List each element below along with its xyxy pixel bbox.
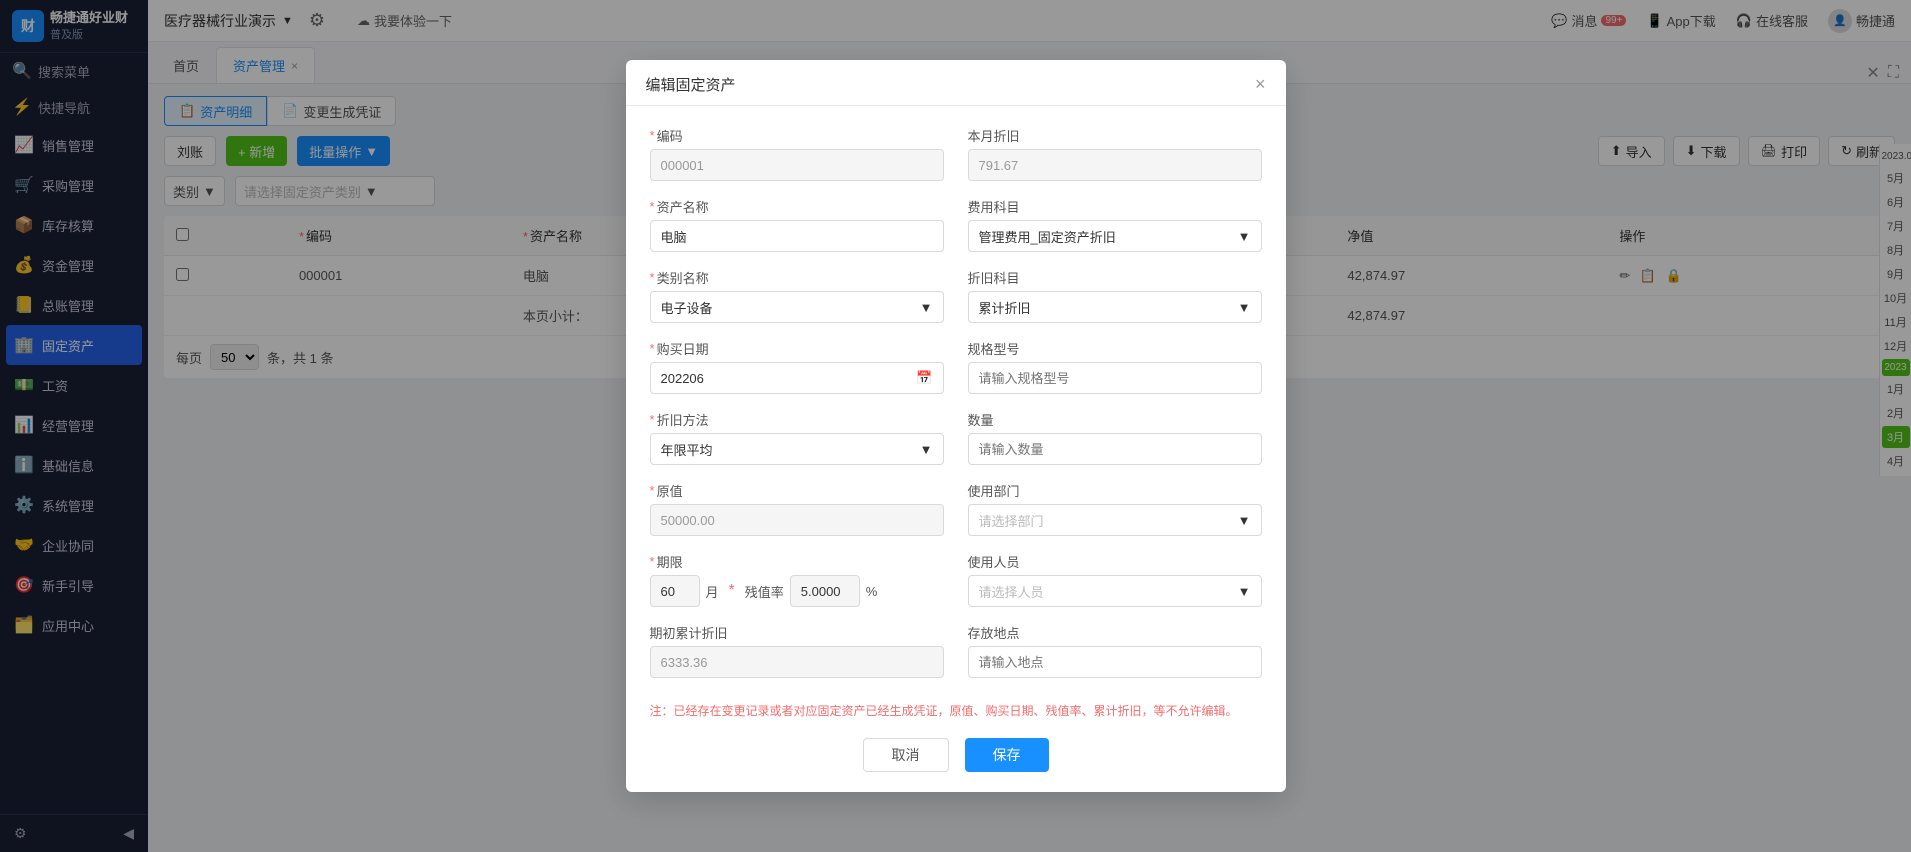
purchase-date-value: 202206 — [661, 371, 913, 386]
expense-account-label: 费用科目 — [968, 197, 1262, 216]
dialog-close-button[interactable]: × — [1255, 74, 1266, 95]
field-code: * 编码 — [650, 126, 944, 181]
residual-label: 残值率 — [745, 582, 784, 601]
dep-method-value: 年限平均 — [661, 440, 916, 459]
expense-account-chevron: ▼ — [1238, 229, 1251, 244]
expense-account-value: 管理费用_固定资产折旧 — [979, 227, 1234, 246]
location-input[interactable] — [968, 646, 1262, 678]
field-original-value: * 原值 — [650, 481, 944, 536]
edit-asset-dialog: 编辑固定资产 × * 编码 本月折旧 * 资产名称 — [626, 60, 1286, 791]
purchase-date-label: * 购买日期 — [650, 339, 944, 358]
code-label: * 编码 — [650, 126, 944, 145]
field-monthly-depreciation: 本月折旧 — [968, 126, 1262, 181]
field-name: * 资产名称 — [650, 197, 944, 252]
user-chevron: ▼ — [1238, 584, 1251, 599]
dialog-body: * 编码 本月折旧 * 资产名称 费用科目 管理费用_固定资产折旧 — [626, 106, 1286, 694]
expense-account-select[interactable]: 管理费用_固定资产折旧 ▼ — [968, 220, 1262, 252]
monthly-dep-label: 本月折旧 — [968, 126, 1262, 145]
field-quantity: 数量 — [968, 410, 1262, 465]
name-input[interactable] — [650, 220, 944, 252]
dialog-note: 注：已经存在变更记录或者对应固定资产已经生成凭证，原值、购买日期、残值率、累计折… — [626, 694, 1286, 721]
dep-account-label: 折旧科目 — [968, 268, 1262, 287]
name-label: * 资产名称 — [650, 197, 944, 216]
field-category: * 类别名称 电子设备 ▼ — [650, 268, 944, 323]
field-spec: 规格型号 — [968, 339, 1262, 394]
dep-method-chevron: ▼ — [920, 442, 933, 457]
period-input[interactable] — [650, 575, 700, 607]
calendar-icon: 📅 — [916, 370, 932, 386]
field-depreciation-account: 折旧科目 累计折旧 ▼ — [968, 268, 1262, 323]
department-select[interactable]: 请选择部门 ▼ — [968, 504, 1262, 536]
spec-input[interactable] — [968, 362, 1262, 394]
quantity-label: 数量 — [968, 410, 1262, 429]
save-button[interactable]: 保存 — [965, 738, 1049, 772]
dep-account-value: 累计折旧 — [979, 298, 1234, 317]
spec-label: 规格型号 — [968, 339, 1262, 358]
department-label: 使用部门 — [968, 481, 1262, 500]
dep-account-chevron: ▼ — [1238, 300, 1251, 315]
dialog-footer: 取消 保存 — [626, 722, 1286, 792]
modal-overlay: 编辑固定资产 × * 编码 本月折旧 * 资产名称 — [0, 0, 1911, 852]
category-value: 电子设备 — [661, 298, 916, 317]
dialog-title: 编辑固定资产 — [646, 74, 736, 95]
category-label: * 类别名称 — [650, 268, 944, 287]
field-expense-account: 费用科目 管理费用_固定资产折旧 ▼ — [968, 197, 1262, 252]
residual-input[interactable] — [790, 575, 860, 607]
department-placeholder: 请选择部门 — [979, 511, 1234, 530]
initial-dep-label: 期初累计折旧 — [650, 623, 944, 642]
dialog-header: 编辑固定资产 × — [626, 60, 1286, 106]
user-select[interactable]: 请选择人员 ▼ — [968, 575, 1262, 607]
initial-dep-input[interactable] — [650, 646, 944, 678]
dep-account-select[interactable]: 累计折旧 ▼ — [968, 291, 1262, 323]
cancel-button[interactable]: 取消 — [863, 738, 949, 772]
monthly-dep-input[interactable] — [968, 149, 1262, 181]
dep-method-select[interactable]: 年限平均 ▼ — [650, 433, 944, 465]
period-unit: 月 — [706, 582, 719, 601]
location-label: 存放地点 — [968, 623, 1262, 642]
quantity-input[interactable] — [968, 433, 1262, 465]
field-initial-depreciation: 期初累计折旧 — [650, 623, 944, 678]
note-text: 注：已经存在变更记录或者对应固定资产已经生成凭证，原值、购买日期、残值率、累计折… — [650, 704, 1238, 718]
field-department: 使用部门 请选择部门 ▼ — [968, 481, 1262, 536]
user-placeholder: 请选择人员 — [979, 582, 1234, 601]
field-user: 使用人员 请选择人员 ▼ — [968, 552, 1262, 607]
field-purchase-date: * 购买日期 202206 📅 — [650, 339, 944, 394]
period-row: 月 * 残值率 % — [650, 575, 944, 607]
original-value-label: * 原值 — [650, 481, 944, 500]
department-chevron: ▼ — [1238, 513, 1251, 528]
category-select[interactable]: 电子设备 ▼ — [650, 291, 944, 323]
field-location: 存放地点 — [968, 623, 1262, 678]
residual-unit: % — [866, 584, 878, 599]
purchase-date-input[interactable]: 202206 📅 — [650, 362, 944, 394]
category-chevron: ▼ — [920, 300, 933, 315]
original-value-input[interactable] — [650, 504, 944, 536]
field-dep-method: * 折旧方法 年限平均 ▼ — [650, 410, 944, 465]
dep-method-label: * 折旧方法 — [650, 410, 944, 429]
field-period: * 期限 月 * 残值率 % — [650, 552, 944, 607]
period-label: * 期限 — [650, 552, 944, 571]
user-label: 使用人员 — [968, 552, 1262, 571]
code-input[interactable] — [650, 149, 944, 181]
